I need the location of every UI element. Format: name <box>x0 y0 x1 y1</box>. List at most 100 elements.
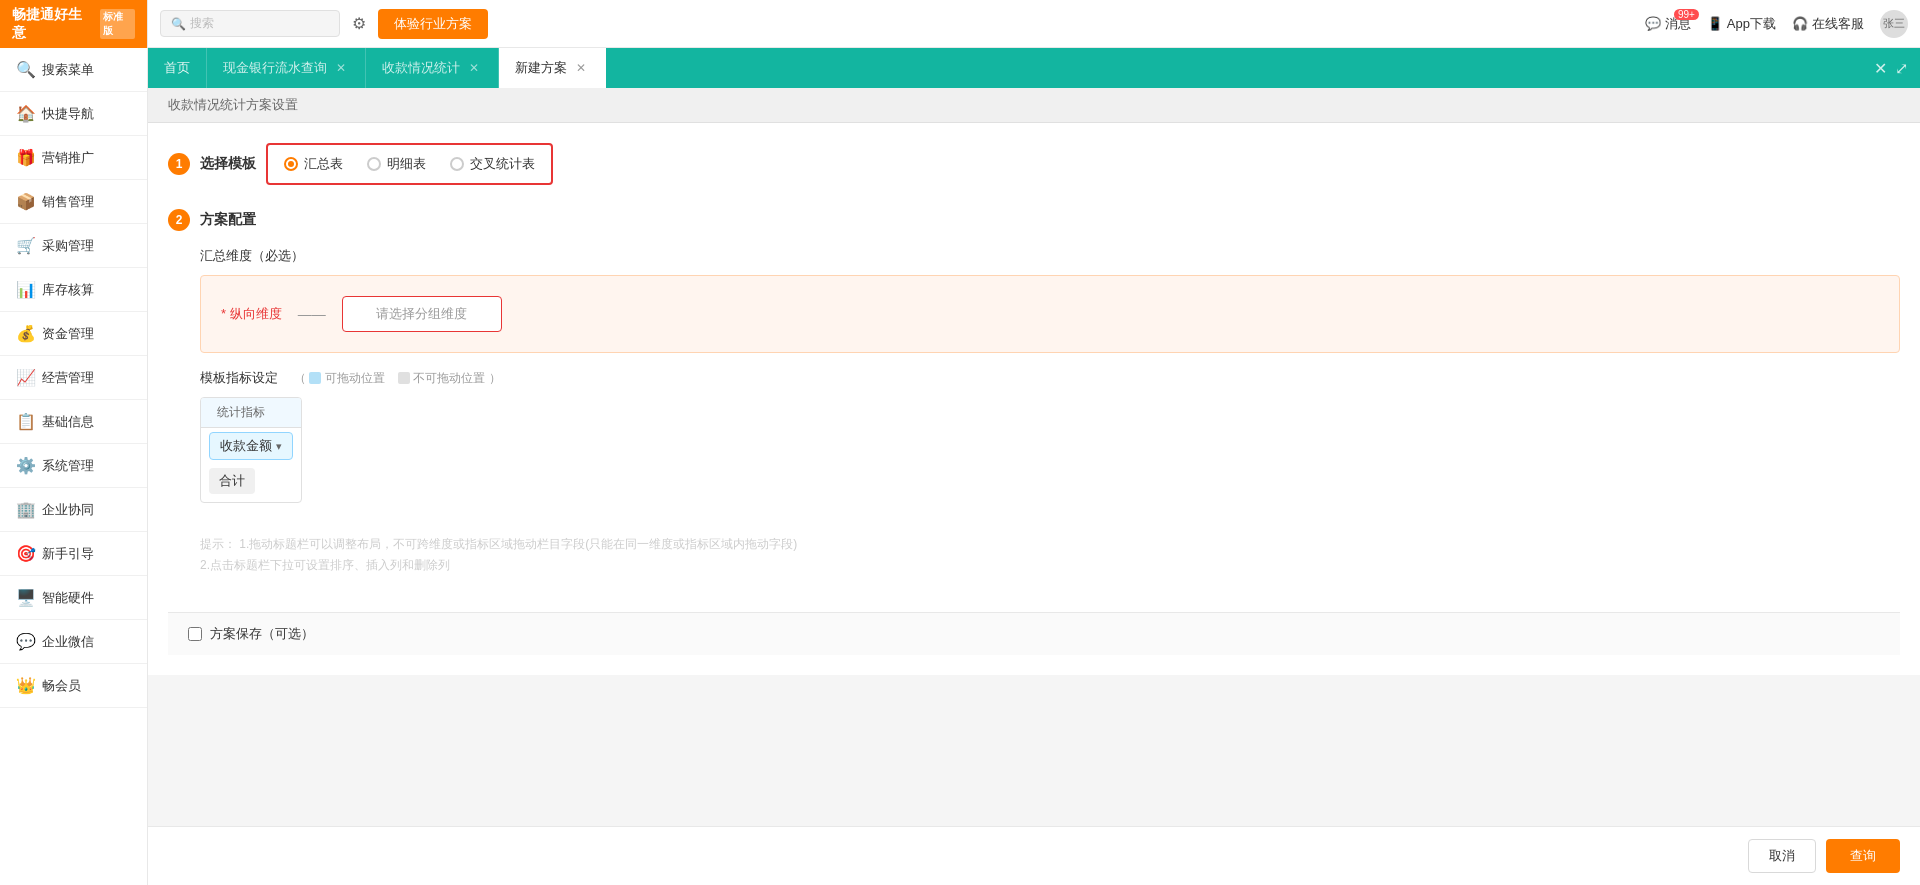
service-label: 在线客服 <box>1812 15 1864 33</box>
topbar-right: 💬 消息 99+ 📱 App下载 🎧 在线客服 张三 <box>1645 10 1908 38</box>
page-body: 1 选择模板 汇总表 明细表 交叉统计表 <box>148 123 1920 675</box>
sidebar-item-quick-nav[interactable]: 🏠 快捷导航 <box>0 92 147 136</box>
trial-industry-button[interactable]: 体验行业方案 <box>378 9 488 39</box>
hint-item-1: 提示： 1.拖动标题栏可以调整布局，不可跨维度或指标区域拖动栏目字段(只能在同一… <box>200 536 1900 553</box>
sidebar-item-label: 搜索菜单 <box>42 61 94 79</box>
non-draggable-legend-dot <box>398 372 410 384</box>
search-icon: 🔍 <box>171 17 186 31</box>
metric-amount-label: 收款金额 <box>220 437 272 455</box>
radio-detail[interactable]: 明细表 <box>367 155 426 173</box>
sidebar-item-guide[interactable]: 🎯 新手引导 <box>0 532 147 576</box>
service-icon: 🎧 <box>1792 16 1808 31</box>
dimension-area: * 纵向维度 —— 请选择分组维度 <box>200 275 1900 353</box>
metrics-header: 模板指标设定 （ 可拖动位置 不可拖动位置 ） <box>200 369 1900 387</box>
message-item[interactable]: 💬 消息 99+ <box>1645 15 1691 33</box>
expand-icon[interactable]: ⤢ <box>1895 59 1908 78</box>
sidebar-item-label: 智能硬件 <box>42 589 94 607</box>
step2-section: 2 方案配置 汇总维度（必选） * 纵向维度 —— 请选择分组维度 <box>168 209 1900 588</box>
user-avatar[interactable]: 张三 <box>1880 10 1908 38</box>
draggable-legend-dot <box>309 372 321 384</box>
sidebar-item-label: 资金管理 <box>42 325 94 343</box>
sidebar-item-inventory[interactable]: 📊 库存核算 <box>0 268 147 312</box>
close-tab-new-plan-icon[interactable]: ✕ <box>573 60 589 76</box>
tab-bank-flow[interactable]: 现金银行流水查询 ✕ <box>207 48 366 88</box>
metric-subtotal-tag: 合计 <box>209 468 255 494</box>
money-icon: 💰 <box>16 324 34 343</box>
hints-section: 提示： 1.拖动标题栏可以调整布局，不可跨维度或指标区域拖动栏目字段(只能在同一… <box>200 526 1900 588</box>
sidebar-item-purchase[interactable]: 🛒 采购管理 <box>0 224 147 268</box>
dimension-title-text: 汇总维度（必选） <box>200 248 304 263</box>
tab-new-plan-label: 新建方案 <box>515 59 567 77</box>
step2-title: 方案配置 <box>200 211 256 229</box>
sidebar-item-label: 畅会员 <box>42 677 81 695</box>
close-tab-bank-flow-icon[interactable]: ✕ <box>333 60 349 76</box>
clipboard-icon: 📋 <box>16 412 34 431</box>
dimension-row: * 纵向维度 —— 请选择分组维度 <box>221 296 1879 332</box>
metric-amount-tag[interactable]: 收款金额 ▾ <box>209 432 293 460</box>
app-download-item[interactable]: 📱 App下载 <box>1707 15 1776 33</box>
sidebar-item-finance[interactable]: 💰 资金管理 <box>0 312 147 356</box>
sidebar-item-operations[interactable]: 📈 经营管理 <box>0 356 147 400</box>
cancel-button[interactable]: 取消 <box>1748 839 1816 873</box>
sidebar-item-search-menu[interactable]: 🔍 搜索菜单 <box>0 48 147 92</box>
step2-header: 2 方案配置 <box>168 209 1900 231</box>
sidebar-item-system[interactable]: ⚙️ 系统管理 <box>0 444 147 488</box>
close-tab-collection-icon[interactable]: ✕ <box>466 60 482 76</box>
tab-home-label: 首页 <box>164 59 190 77</box>
avatar-initials: 张三 <box>1883 16 1905 31</box>
sidebar-item-basic-info[interactable]: 📋 基础信息 <box>0 400 147 444</box>
step1-title: 选择模板 <box>200 155 256 173</box>
sidebar-item-sales[interactable]: 📦 销售管理 <box>0 180 147 224</box>
save-checkbox[interactable] <box>188 627 202 641</box>
gear-icon[interactable]: ⚙ <box>352 14 366 33</box>
metric-tag-row: 收款金额 ▾ <box>201 428 301 464</box>
radio-summary[interactable]: 汇总表 <box>284 155 343 173</box>
radio-cross-label: 交叉统计表 <box>470 155 535 173</box>
stats-label-text: 统计指标 <box>217 405 265 419</box>
message-badge: 99+ <box>1674 9 1699 20</box>
tab-new-plan[interactable]: 新建方案 ✕ <box>499 48 606 88</box>
query-button[interactable]: 查询 <box>1826 839 1900 873</box>
radio-cross[interactable]: 交叉统计表 <box>450 155 535 173</box>
sidebar-item-wechat[interactable]: 💬 企业微信 <box>0 620 147 664</box>
step1-header: 1 选择模板 汇总表 明细表 交叉统计表 <box>168 143 1900 185</box>
sidebar-item-member[interactable]: 👑 畅会员 <box>0 664 147 708</box>
crown-icon: 👑 <box>16 676 34 695</box>
radio-summary-label: 汇总表 <box>304 155 343 173</box>
tab-home[interactable]: 首页 <box>148 48 207 88</box>
caret-down-icon: ▾ <box>276 440 282 453</box>
sidebar-item-label: 库存核算 <box>42 281 94 299</box>
gift-icon: 🎁 <box>16 148 34 167</box>
dimension-select-dropdown[interactable]: 请选择分组维度 <box>342 296 502 332</box>
non-draggable-legend-label: 不可拖动位置 <box>413 371 485 385</box>
app-name: 畅捷通好生意 <box>12 6 94 42</box>
service-item[interactable]: 🎧 在线客服 <box>1792 15 1864 33</box>
download-label: App下载 <box>1727 15 1776 33</box>
sidebar-item-label: 企业微信 <box>42 633 94 651</box>
guide-icon: 🎯 <box>16 544 34 563</box>
close-all-tabs-icon[interactable]: ✕ <box>1874 59 1887 78</box>
metrics-legend: （ 可拖动位置 不可拖动位置 ） <box>294 370 501 387</box>
step2-number: 2 <box>168 209 190 231</box>
save-area: 方案保存（可选） <box>168 612 1900 655</box>
sidebar-item-marketing[interactable]: 🎁 营销推广 <box>0 136 147 180</box>
step2-content: 汇总维度（必选） * 纵向维度 —— 请选择分组维度 <box>168 247 1900 588</box>
download-icon: 📱 <box>1707 16 1723 31</box>
metric-subtag-row: 合计 <box>201 464 301 502</box>
tab-collection-stats[interactable]: 收款情况统计 ✕ <box>366 48 499 88</box>
sidebar-item-enterprise[interactable]: 🏢 企业协同 <box>0 488 147 532</box>
step1-section: 1 选择模板 汇总表 明细表 交叉统计表 <box>168 143 1900 185</box>
content-area: 收款情况统计方案设置 1 选择模板 汇总表 明细表 <box>148 88 1920 826</box>
sidebar-item-label: 营销推广 <box>42 149 94 167</box>
footer-bar: 取消 查询 <box>148 826 1920 885</box>
radio-detail-label: 明细表 <box>387 155 426 173</box>
tabbar-actions: ✕ ⤢ <box>1874 59 1920 78</box>
app-badge: 标准版 <box>100 9 135 39</box>
topbar: 🔍 搜索 ⚙ 体验行业方案 💬 消息 99+ 📱 App下载 🎧 在线客服 张三 <box>148 0 1920 48</box>
search-input-container[interactable]: 🔍 搜索 <box>160 10 340 37</box>
template-options: 汇总表 明细表 交叉统计表 <box>266 143 553 185</box>
sidebar-item-label: 快捷导航 <box>42 105 94 123</box>
sidebar-item-hardware[interactable]: 🖥️ 智能硬件 <box>0 576 147 620</box>
vertical-dimension-label: * 纵向维度 <box>221 305 282 323</box>
search-menu-icon: 🔍 <box>16 60 34 79</box>
